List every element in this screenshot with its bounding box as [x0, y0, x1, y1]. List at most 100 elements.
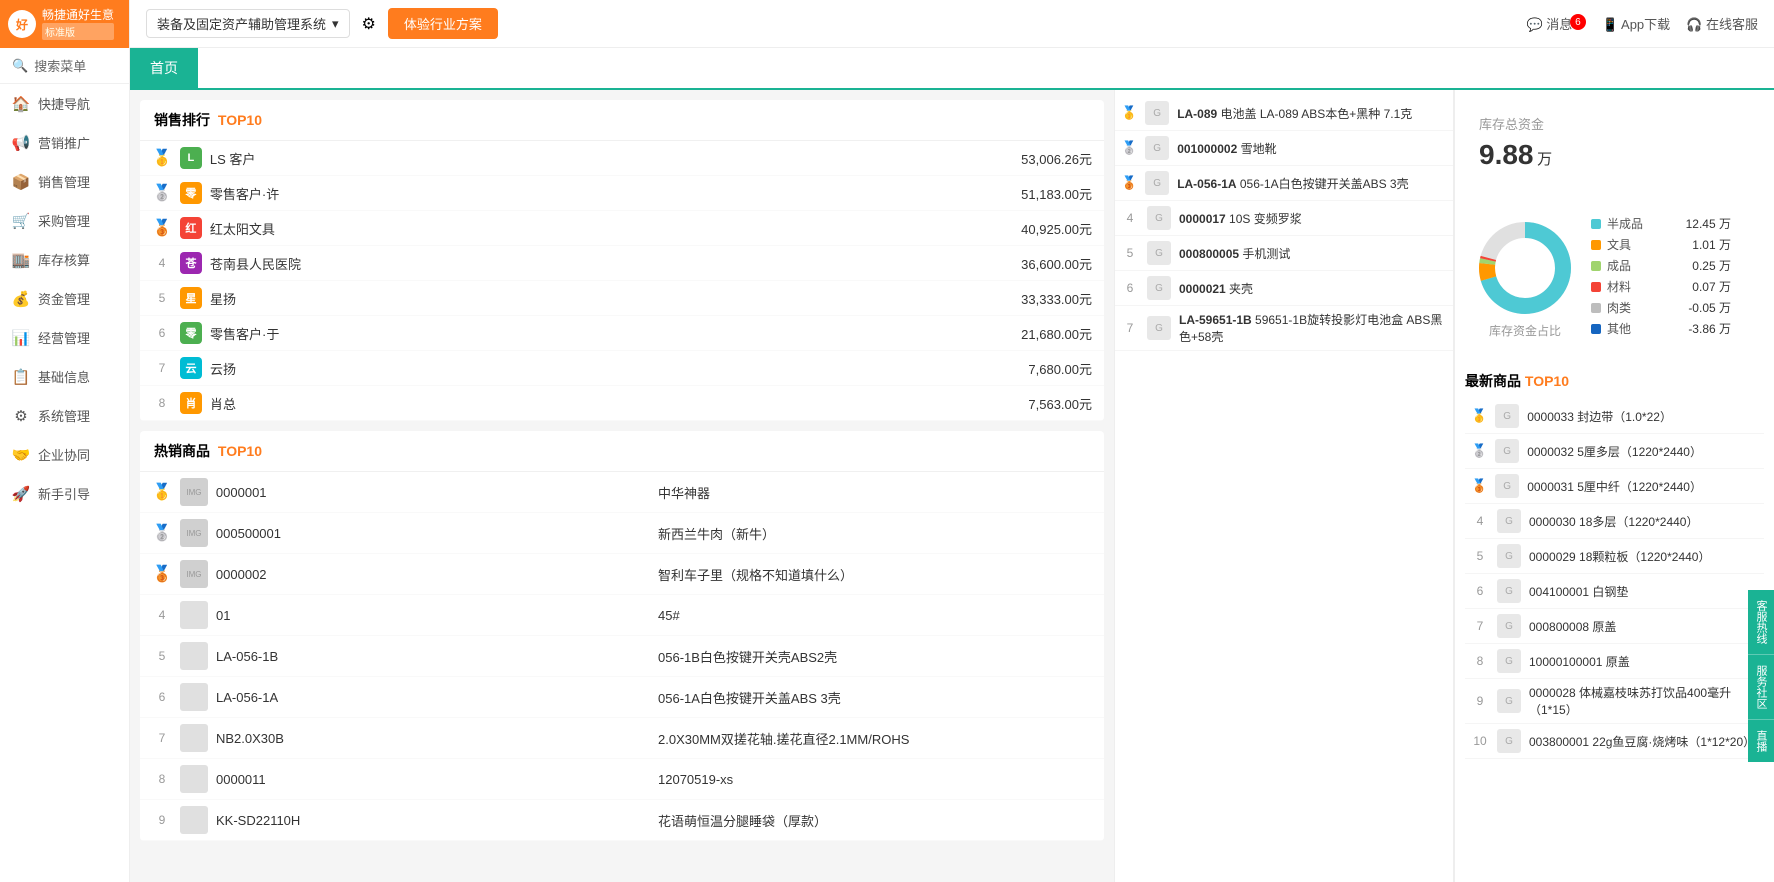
- logo-icon: 好: [8, 10, 36, 38]
- chevron-down-icon: ▾: [332, 16, 339, 32]
- product-thumb: G: [1145, 171, 1169, 195]
- float-buttons: 客服热线服务社区直播: [1748, 590, 1774, 762]
- trial-button[interactable]: 体验行业方案: [388, 8, 498, 39]
- main-area: 装备及固定资产辅助管理系统 ▾ ⚙ 体验行业方案 💬 消息 6 📱 App下载 …: [130, 0, 1774, 882]
- legend-color: [1591, 282, 1601, 292]
- table-row: 4 苍 苍南县人民医院 36,600.00元: [140, 246, 1104, 281]
- medal-icon: 🥈: [152, 523, 172, 543]
- rank-number: 8: [152, 772, 172, 786]
- product-thumb: IMG: [180, 478, 208, 506]
- sidebar-item-经营管理[interactable]: 📊经营管理: [0, 318, 129, 357]
- rank-number: 5: [152, 649, 172, 663]
- nav-icon: 📦: [12, 173, 30, 191]
- list-item: 6 G 0000021 夹壳: [1115, 271, 1453, 306]
- sidebar-item-采购管理[interactable]: 🛒采购管理: [0, 201, 129, 240]
- service-btn[interactable]: 🎧 在线客服: [1686, 14, 1758, 33]
- app-download-btn[interactable]: 📱 App下载: [1602, 14, 1670, 33]
- system-selector[interactable]: 装备及固定资产辅助管理系统 ▾: [146, 9, 350, 38]
- float-btn-服务社区[interactable]: 服务社区: [1748, 654, 1774, 719]
- sidebar-item-系统管理[interactable]: ⚙系统管理: [0, 396, 129, 435]
- medal-icon: 🥉: [1121, 175, 1137, 191]
- sidebar-item-资金管理[interactable]: 💰资金管理: [0, 279, 129, 318]
- product-info: 0000029 18颗粒板（1220*2440）: [1529, 548, 1758, 565]
- product-thumb: IMG: [180, 519, 208, 547]
- sidebar-item-库存核算[interactable]: 🏬库存核算: [0, 240, 129, 279]
- rank-number: 6: [152, 690, 172, 704]
- rank-number: 5: [1121, 246, 1139, 260]
- sidebar-item-新手引导[interactable]: 🚀新手引导: [0, 474, 129, 513]
- float-btn-直播[interactable]: 直播: [1748, 719, 1774, 762]
- list-item: 6 LA-056-1A 056-1A白色按键开关盖ABS 3壳: [140, 677, 1104, 718]
- message-btn[interactable]: 💬 消息 6: [1526, 14, 1585, 33]
- product-code: 0000001: [216, 485, 650, 500]
- nav-label: 快捷导航: [38, 94, 90, 113]
- rank-number: 4: [152, 256, 172, 270]
- medal-icon: 🥈: [152, 183, 172, 203]
- sidebar-item-营销推广[interactable]: 📢营销推广: [0, 123, 129, 162]
- product-thumb: G: [1147, 241, 1171, 265]
- list-item: 🥇 IMG 0000001 中华神器: [140, 472, 1104, 513]
- product-thumb: [180, 765, 208, 793]
- rank-number: 7: [1121, 321, 1139, 335]
- new-products-list: 🥇 G 0000033 封边带（1.0*22） 🥈 G 0000032 5厘多层…: [1465, 399, 1764, 759]
- legend-label: 成品: [1607, 257, 1686, 274]
- inventory-value: 9.88 万: [1479, 139, 1750, 171]
- product-code: NB2.0X30B: [216, 731, 650, 746]
- customer-name: 红太阳文具: [210, 219, 1013, 238]
- content-left: 销售排行 TOP10 🥇 L LS 客户 53,006.26元 🥈 零 零售客户…: [130, 90, 1114, 882]
- sidebar-item-企业协同[interactable]: 🤝企业协同: [0, 435, 129, 474]
- inventory-legend: 半成品 12.45 万 文具 1.01 万 成品 0.25 万 材料 0.07 …: [1591, 215, 1731, 341]
- tab-首页[interactable]: 首页: [130, 48, 198, 88]
- product-info: LA-056-1A 056-1A白色按键开关盖ABS 3壳: [1177, 175, 1447, 192]
- message-label: 消息: [1546, 17, 1572, 32]
- product-thumb: G: [1497, 509, 1521, 533]
- customer-ranking-title: 销售排行 TOP10: [140, 100, 1104, 141]
- rank-number: 8: [152, 396, 172, 410]
- nav-icon: 📋: [12, 368, 30, 386]
- rank-number: 7: [152, 361, 172, 375]
- sidebar-item-快捷导航[interactable]: 🏠 快捷导航: [0, 84, 129, 123]
- search-menu[interactable]: 🔍 搜索菜单: [0, 48, 129, 84]
- legend-label: 肉类: [1607, 299, 1682, 316]
- product-thumb: G: [1497, 614, 1521, 638]
- float-btn-客服热线[interactable]: 客服热线: [1748, 590, 1774, 654]
- nav-icon: 🚀: [12, 485, 30, 503]
- product-thumb: G: [1497, 729, 1521, 753]
- medal-icon: 🥇: [1471, 408, 1487, 424]
- customer-value: 40,925.00元: [1021, 219, 1092, 238]
- nav-label: 资金管理: [38, 289, 90, 308]
- medal-icon: 🥉: [152, 218, 172, 238]
- product-info: 004100001 白钢垫: [1529, 583, 1758, 600]
- customer-value: 7,680.00元: [1028, 359, 1092, 378]
- list-item: 8 0000011 12070519-xs: [140, 759, 1104, 800]
- list-item: 🥇 G 0000033 封边带（1.0*22）: [1465, 399, 1764, 434]
- sidebar-item-销售管理[interactable]: 📦销售管理: [0, 162, 129, 201]
- legend-item: 文具 1.01 万: [1591, 236, 1731, 253]
- customer-badge: 星: [180, 287, 202, 309]
- product-thumb: [180, 683, 208, 711]
- product-thumb: [180, 642, 208, 670]
- gear-icon[interactable]: ⚙: [362, 14, 376, 34]
- product-info: 003800001 22g鱼豆腐·烧烤味（1*12*20）: [1529, 733, 1758, 750]
- rank-number: 9: [152, 813, 172, 827]
- customer-value: 7,563.00元: [1028, 394, 1092, 413]
- product-name: 2.0X30MM双搓花轴.搓花直径2.1MM/ROHS: [658, 729, 1092, 748]
- product-info: 0000031 5厘中纤（1220*2440）: [1527, 478, 1758, 495]
- list-item: 🥈 G 0000032 5厘多层（1220*2440）: [1465, 434, 1764, 469]
- list-item: 4 G 0000030 18多层（1220*2440）: [1465, 504, 1764, 539]
- nav-icon: ⚙: [12, 407, 30, 425]
- product-thumb: [180, 724, 208, 752]
- table-row: 8 肖 肖总 7,563.00元: [140, 386, 1104, 421]
- inventory-unit: 万: [1537, 151, 1552, 168]
- product-thumb: G: [1497, 649, 1521, 673]
- medal-icon: 🥈: [1121, 140, 1137, 156]
- list-item: 🥈 G 001000002 雪地靴: [1115, 131, 1453, 166]
- legend-color: [1591, 219, 1601, 229]
- hot-products-panel: 热销商品 TOP10 🥇 IMG 0000001 中华神器 🥈 IMG 0005…: [140, 431, 1104, 841]
- sidebar-item-基础信息[interactable]: 📋基础信息: [0, 357, 129, 396]
- product-info: LA-089 电池盖 LA-089 ABS本色+黑种 7.1克: [1177, 105, 1447, 122]
- product-code: 0000011: [216, 772, 650, 787]
- nav-icon: 🏠: [12, 95, 30, 113]
- search-icon: 🔍: [12, 58, 28, 74]
- product-thumb: G: [1147, 276, 1171, 300]
